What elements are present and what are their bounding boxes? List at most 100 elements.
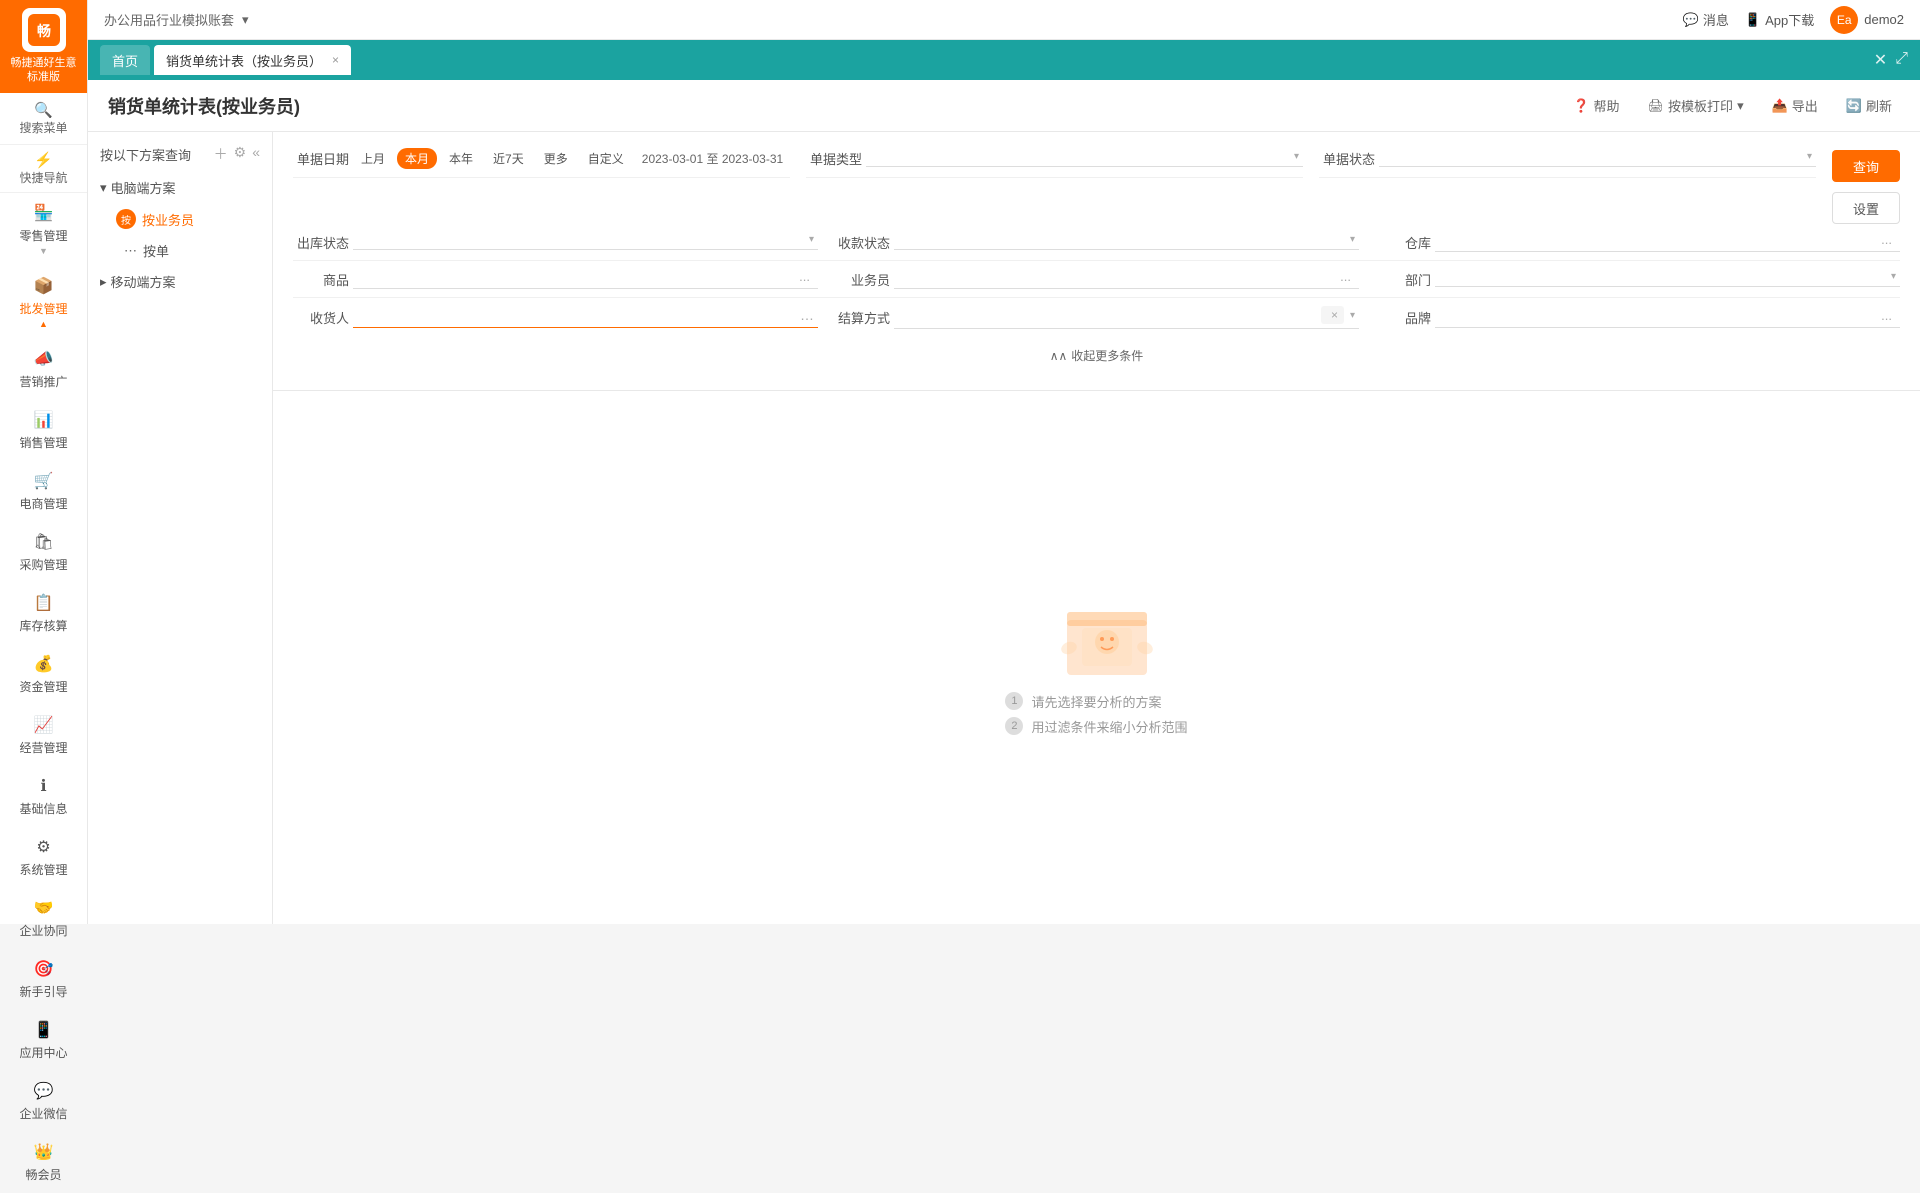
sidebar-item-inventory[interactable]: 📋 库存核算 [0,583,87,644]
appcenter-icon: 📱 [34,1020,54,1040]
left-panel: 按以下方案查询 ＋ ⚙ « ▾ 电脑端方案 按 按业务员 [88,132,273,924]
sidebar-item-marketing[interactable]: 📣 营销推广 [0,339,87,400]
tabbar-actions: ✕ ⤢ [1874,50,1908,70]
print-dropdown-icon[interactable]: ▾ [1737,98,1744,114]
date-btn-last-month[interactable]: 上月 [353,148,393,169]
doc-type-label: 单据类型 [806,149,862,168]
sidebar-item-purchase[interactable]: 🛍 采购管理 [0,522,87,583]
app-download-icon: 📱 [1745,12,1761,28]
collapse-panel-icon[interactable]: « [252,144,260,164]
sidebar-item-enterprise[interactable]: 🤝 企业协同 [0,888,87,949]
sidebar-item-operations[interactable]: 📈 经营管理 [0,705,87,766]
left-panel-icons: ＋ ⚙ « [214,144,260,164]
collapse-btn[interactable]: ∧∧ 收起更多条件 [1038,343,1156,368]
refresh-btn[interactable]: 🔄 刷新 [1838,92,1900,119]
tab-close-icon[interactable]: × [332,53,339,67]
export-icon: 📤 [1772,98,1788,114]
sidebar-item-appcenter[interactable]: 📱 应用中心 [0,1010,87,1071]
sidebar-item-sales[interactable]: 📊 销售管理 [0,400,87,461]
date-btn-this-year[interactable]: 本年 [441,148,481,169]
sidebar-item-quicknav[interactable]: ⚡ 快捷导航 [0,145,87,193]
doc-type-select[interactable]: ▾ [866,151,1303,167]
left-panel-header: 按以下方案查询 ＋ ⚙ « [88,144,272,172]
print-icon: 🖨 [1648,98,1665,114]
collapse-up-icon: ∧∧ [1050,349,1068,363]
collect-status-select[interactable]: ▾ [894,234,1359,250]
sidebar-logo[interactable]: 畅 畅捷通好生意 标准版 [0,0,87,93]
scheme-item-salesperson[interactable]: 按 按业务员 [88,203,272,235]
date-range: 2023-03-01 至 2023-03-31 [642,150,783,167]
doc-status-label: 单据状态 [1319,149,1375,168]
query-button[interactable]: 查询 [1832,150,1900,182]
consignee-input[interactable]: … [353,307,818,328]
refresh-icon: 🔄 [1846,98,1862,114]
sidebar-item-retail[interactable]: 🏪 零售管理 ▼ [0,193,87,266]
scheme-group-pc-header[interactable]: ▾ 电脑端方案 [88,172,272,203]
topbar: 办公用品行业模拟账套 ▾ 💬 消息 📱 App下载 Ea demo2 [88,0,1920,40]
enterprise-icon: 🤝 [34,898,54,918]
salesperson-dots: ... [1340,269,1351,284]
sidebar-item-finance[interactable]: 💰 资金管理 [0,644,87,705]
sidebar-item-wholesale[interactable]: 📦 批发管理 ▲ [0,266,87,339]
sidebar-item-search[interactable]: 🔍 搜索菜单 [0,93,87,145]
consignee-field[interactable] [357,308,796,323]
page-header: 销货单统计表(按业务员) ❓ 帮助 🖨 按模板打印 ▾ 📤 导出 🔄 刷新 [88,80,1920,132]
out-status-select[interactable]: ▾ [353,234,818,250]
app-download-btn[interactable]: 📱 App下载 [1745,10,1814,29]
marketing-icon: 📣 [34,349,54,369]
settlement-select[interactable]: × ▾ [894,306,1359,329]
goods-select[interactable]: ... [353,269,818,289]
step2-icon: 2 [1005,717,1023,735]
help-btn[interactable]: ❓ 帮助 [1565,92,1627,119]
tab-home[interactable]: 首页 [100,45,150,75]
date-btn-more[interactable]: 更多 [536,148,576,169]
scheme-item-order[interactable]: ⋯ 按单 [88,235,272,266]
scheme-settings-icon[interactable]: ⚙ [234,144,247,164]
doc-status-select[interactable]: ▾ [1379,151,1816,167]
left-panel-title: 按以下方案查询 [100,145,191,164]
sidebar-item-ecommerce[interactable]: 🛒 电商管理 [0,461,87,522]
date-btn-7days[interactable]: 近7天 [485,148,532,169]
operations-icon: 📈 [34,715,54,735]
settlement-label: 结算方式 [834,308,890,327]
help-icon: ❓ [1573,98,1589,114]
doc-status-dropdown-icon: ▾ [1807,151,1812,162]
date-btn-custom[interactable]: 自定义 [580,148,632,169]
consignee-dots[interactable]: … [800,307,814,323]
user-area[interactable]: Ea demo2 [1830,6,1904,34]
dept-select[interactable]: ▾ [1435,271,1900,287]
expand-btn[interactable]: ⤢ [1895,50,1908,70]
empty-illustration [1047,580,1147,680]
topbar-dropdown-icon[interactable]: ▾ [242,12,249,28]
brand-select[interactable]: ... [1435,308,1900,328]
settlement-tag-close[interactable]: × [1331,308,1338,322]
empty-step2: 2 用过滤条件来缩小分析范围 [1005,717,1187,736]
print-btn[interactable]: 🖨 按模板打印 ▾ [1640,92,1752,119]
export-btn[interactable]: 📤 导出 [1764,92,1826,119]
add-scheme-icon[interactable]: ＋ [214,144,228,164]
sidebar-item-wechat[interactable]: 💬 企业微信 [0,1071,87,1132]
date-btn-this-month[interactable]: 本月 [397,148,437,169]
sidebar-item-system[interactable]: ⚙ 系统管理 [0,827,87,888]
home-tab-label: 首页 [112,51,138,70]
chevron-down-icon: ▾ [100,180,107,196]
close-tab-btn[interactable]: ✕ [1874,50,1887,70]
warehouse-label: 仓库 [1375,233,1431,252]
message-btn[interactable]: 💬 消息 [1683,10,1729,29]
brand-dots: ... [1881,308,1892,323]
dept-dropdown-icon: ▾ [1891,271,1896,282]
settings-button[interactable]: 设置 [1832,192,1900,224]
sidebar-item-member[interactable]: 👑 畅会员 [0,1132,87,1193]
sales-stats-tab-label: 销货单统计表（按业务员） [166,51,322,70]
retail-icon: 🏪 [34,203,54,223]
scheme-group-mobile-header[interactable]: ▸ 移动端方案 [88,266,272,297]
tab-sales-stats[interactable]: 销货单统计表（按业务员） × [154,45,351,75]
brand-label: 品牌 [1375,308,1431,327]
svg-text:畅: 畅 [37,23,51,39]
sidebar-item-newguide[interactable]: 🎯 新手引导 [0,949,87,1010]
topbar-title-area[interactable]: 办公用品行业模拟账套 ▾ [104,10,249,29]
sidebar-item-basic-info[interactable]: ℹ 基础信息 [0,766,87,827]
salesperson-select[interactable]: ... [894,269,1359,289]
warehouse-select[interactable]: ... [1435,232,1900,252]
collapse-row: ∧∧ 收起更多条件 [293,337,1900,374]
